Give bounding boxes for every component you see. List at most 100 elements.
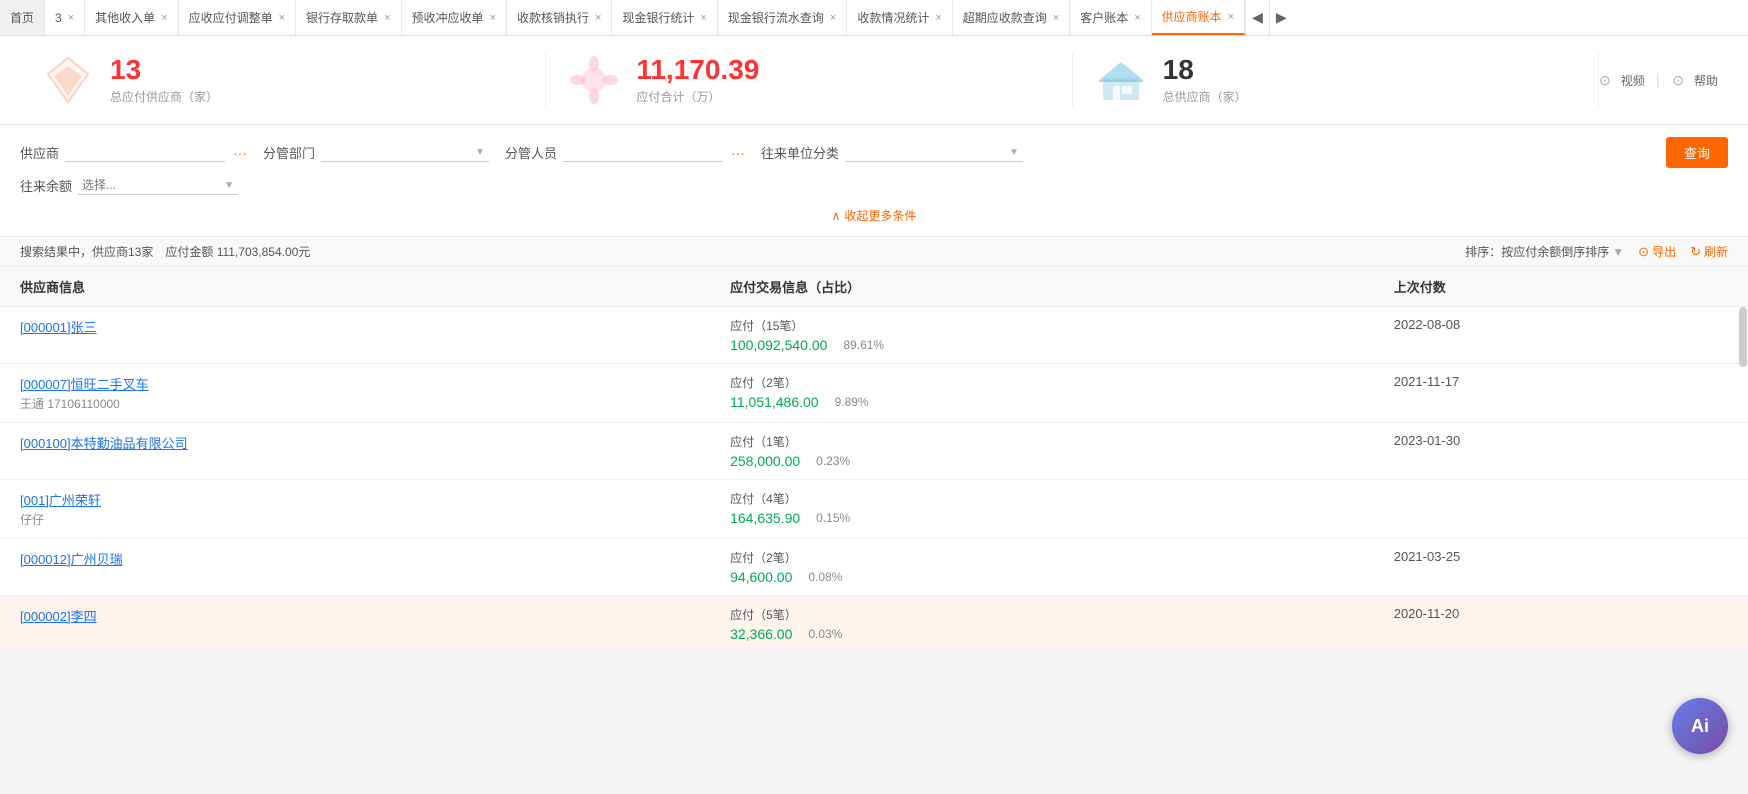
right-actions: 排序：按应付余额倒序排序 ▼ ⊙ 导出 ↻ 刷新 [1465,243,1728,260]
supplier-link-4[interactable]: [000012]广州贝瑞 [20,552,123,567]
nav-tab-other-income[interactable]: 其他收入单 × [85,0,178,35]
balance-label: 往来余额 [20,176,72,195]
category-input[interactable] [845,143,1005,161]
last-date-cell-3 [1374,480,1738,539]
payable-total-amount: 11,170.39 [636,55,759,86]
nav-tab-collection-stats[interactable]: 收款情况统计 × [847,0,952,35]
nav-arrow-right[interactable]: ▶ [1269,0,1293,35]
close-ap-adjust-icon[interactable]: × [279,12,285,24]
close-supplier-account-icon[interactable]: × [1228,11,1234,23]
supplier-link-2[interactable]: [000100]本特勤油品有限公司 [20,436,188,451]
tx-label-5: 应付（5笔） [730,606,1354,623]
category-dropdown-icon[interactable]: ▼ [1005,147,1023,158]
total-supplier-label: 总供应商（家） [1163,88,1247,105]
close-advance-collection-icon[interactable]: × [490,12,496,24]
nav-tab-bank-deposit[interactable]: 银行存取款单 × [296,0,401,35]
data-table: 供应商信息 应付交易信息（占比） 上次付数 [000001]张三应付（15笔）1… [0,267,1748,653]
supplier-filter: 供应商 ··· [20,143,247,162]
export-label: 导出 [1652,243,1676,260]
person-filter: 分管人员 ··· [505,143,745,162]
supplier-sub-1: 王通 17106110000 [20,395,690,412]
scrollbar-thumb[interactable] [1739,307,1747,367]
filter-row-2: 往来余额 ▼ [20,176,1728,195]
video-link[interactable]: 视频 [1621,72,1645,89]
nav-tab-collection-verify[interactable]: 收款核销执行 × [507,0,612,35]
refresh-button[interactable]: ↻ 刷新 [1690,243,1728,260]
percent-4: 0.08% [808,570,842,584]
close-tab-3-icon[interactable]: × [68,12,74,24]
nav-tab-supplier-account[interactable]: 供应商账本 × [1152,0,1245,35]
circle-icon2: ⊙ [1672,72,1684,89]
dept-dropdown-icon[interactable]: ▼ [471,147,489,158]
balance-input[interactable] [78,176,220,194]
col-supplier-info: 供应商信息 [0,267,710,307]
person-input[interactable] [563,143,723,162]
close-overdue-query-icon[interactable]: × [1053,12,1059,24]
tx-cell-0: 应付（15笔）100,092,540.0089.61% [710,307,1374,364]
supplier-dots-icon[interactable]: ··· [233,145,247,161]
sort-dropdown-icon: ▼ [1612,245,1624,259]
nav-tab-advance-collection[interactable]: 预收冲应收单 × [402,0,507,35]
scrollbar-cell-4 [1738,539,1748,596]
help-link[interactable]: 帮助 [1694,72,1718,89]
supplier-cell-0: [000001]张三 [0,307,710,364]
person-label: 分管人员 [505,143,557,162]
summary-card-payable-suppliers: 13 总应付供应商（家） [20,52,546,108]
top-nav: 首页 3 × 其他收入单 × 应收应付调整单 × 银行存取款单 × 预收冲应收单… [0,0,1748,36]
close-cash-bank-stats-icon[interactable]: × [700,12,706,24]
amount-4: 94,600.00 [730,569,792,585]
supplier-cell-3: [001]广州荣轩仔仔 [0,480,710,539]
card1-icon [40,52,96,108]
scrollbar-cell-5 [1738,596,1748,653]
export-button[interactable]: ⊙ 导出 [1638,243,1676,260]
ai-bubble[interactable]: Ai [1672,698,1728,754]
category-filter: 往来单位分类 ▼ [761,143,1023,162]
close-bank-deposit-icon[interactable]: × [384,12,390,24]
last-date-cell-4: 2021-03-25 [1374,539,1738,596]
percent-5: 0.03% [808,627,842,641]
dept-input[interactable] [321,143,471,161]
nav-tab-ap-adjust[interactable]: 应收应付调整单 × [179,0,296,35]
nav-tab-3[interactable]: 3 × [45,0,85,35]
scrollbar-cell-1 [1738,364,1748,423]
supplier-link-5[interactable]: [000002]李四 [20,609,97,624]
supplier-input[interactable] [65,143,225,162]
close-customer-account-icon[interactable]: × [1134,12,1140,24]
scrollbar-cell-2 [1738,423,1748,480]
supplier-link-1[interactable]: [000007]恒旺二手叉车 [20,377,149,392]
person-dots-icon[interactable]: ··· [731,145,745,161]
nav-tab-customer-account[interactable]: 客户账本 × [1070,0,1151,35]
balance-dropdown-icon[interactable]: ▼ [220,180,238,191]
sort-select[interactable]: 排序：按应付余额倒序排序 ▼ [1465,243,1624,260]
tx-cell-1: 应付（2笔）11,051,486.009.89% [710,364,1374,423]
amount-1: 11,051,486.00 [730,394,819,410]
query-button[interactable]: 查询 [1666,137,1728,168]
last-date-cell-0: 2022-08-08 [1374,307,1738,364]
supplier-link-0[interactable]: [000001]张三 [20,320,97,335]
supplier-cell-2: [000100]本特勤油品有限公司 [0,423,710,480]
tx-label-0: 应付（15笔） [730,317,1354,334]
summary-card-payable-total: 11,170.39 应付合计（万） [546,52,1072,108]
last-date-cell-2: 2023-01-30 [1374,423,1738,480]
nav-tab-cash-bank-stats[interactable]: 现金银行统计 × [612,0,717,35]
supplier-link-3[interactable]: [001]广州荣轩 [20,493,101,508]
close-other-income-icon[interactable]: × [161,12,167,24]
tx-cell-4: 应付（2笔）94,600.000.08% [710,539,1374,596]
nav-arrow-left[interactable]: ◀ [1245,0,1269,35]
tx-cell-2: 应付（1笔）258,000.000.23% [710,423,1374,480]
col-last-payment: 上次付数 [1374,267,1738,307]
payable-total-label: 应付合计（万） [636,88,759,105]
nav-tab-cash-bank-flow[interactable]: 现金银行流水查询 × [718,0,847,35]
last-date-cell-1: 2021-11-17 [1374,364,1738,423]
scrollbar-cell-3 [1738,480,1748,539]
collapse-bar[interactable]: ∧ 收起更多条件 [20,203,1728,228]
close-cash-bank-flow-icon[interactable]: × [830,12,836,24]
nav-tab-home[interactable]: 首页 [0,0,45,35]
table-row: [000007]恒旺二手叉车王通 17106110000应付（2笔）11,051… [0,364,1748,423]
nav-tab-overdue-query[interactable]: 超期应收款查询 × [953,0,1070,35]
card2-content: 11,170.39 应付合计（万） [636,55,759,105]
close-collection-stats-icon[interactable]: × [935,12,941,24]
supplier-cell-1: [000007]恒旺二手叉车王通 17106110000 [0,364,710,423]
refresh-icon: ↻ [1690,244,1701,260]
close-collection-verify-icon[interactable]: × [595,12,601,24]
